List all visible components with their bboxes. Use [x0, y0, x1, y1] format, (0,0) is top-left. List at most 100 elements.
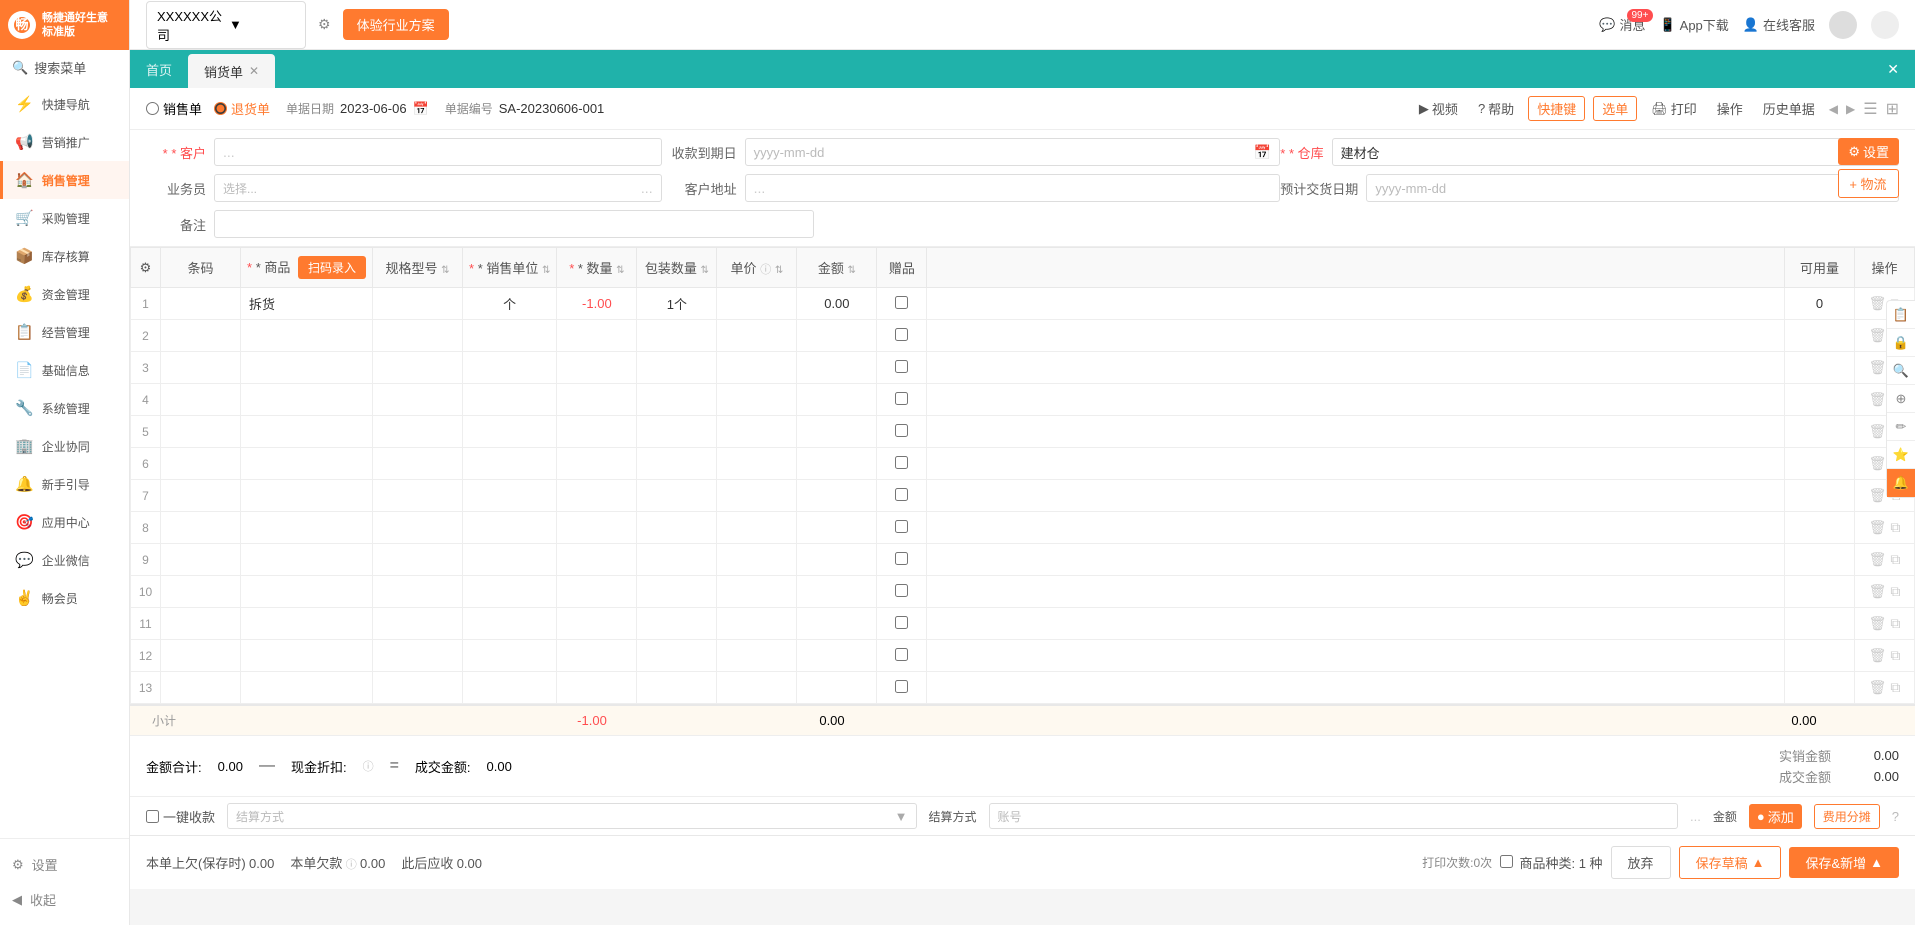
- cell-barcode[interactable]: [161, 320, 241, 352]
- sidebar-item-inventory[interactable]: 📦 库存核算: [0, 237, 129, 275]
- cell-spec[interactable]: [373, 672, 463, 704]
- cell-product[interactable]: [241, 576, 373, 608]
- cell-spec[interactable]: [373, 416, 463, 448]
- cell-barcode[interactable]: [161, 352, 241, 384]
- sidebar-item-enterprise-wechat[interactable]: 💬 企业微信: [0, 541, 129, 579]
- gift-checkbox[interactable]: [895, 680, 908, 693]
- copy-icon[interactable]: ⧉: [1890, 679, 1900, 696]
- one-key-payment-check[interactable]: 一键收款: [146, 807, 215, 826]
- cell-gift[interactable]: [877, 416, 927, 448]
- cell-gift[interactable]: [877, 384, 927, 416]
- customer-addr-input[interactable]: ...: [745, 174, 1281, 202]
- delete-icon[interactable]: 🗑: [1869, 679, 1887, 696]
- cell-amount[interactable]: [797, 512, 877, 544]
- sort-icon[interactable]: ⇅: [848, 265, 856, 276]
- cell-gift[interactable]: [877, 672, 927, 704]
- sort-icon[interactable]: ⇅: [701, 265, 709, 276]
- cell-price[interactable]: [717, 480, 797, 512]
- cell-unit[interactable]: [463, 384, 557, 416]
- tab-close-all-icon[interactable]: ✕: [1871, 61, 1915, 78]
- cell-qty[interactable]: [557, 352, 637, 384]
- cell-qty[interactable]: [557, 480, 637, 512]
- cell-gift[interactable]: [877, 608, 927, 640]
- tab-close-icon[interactable]: ✕: [249, 64, 259, 78]
- cell-gift[interactable]: [877, 352, 927, 384]
- delete-icon[interactable]: 🗑: [1869, 423, 1887, 440]
- cell-amount[interactable]: [797, 576, 877, 608]
- cell-gift[interactable]: [877, 544, 927, 576]
- scan-btn[interactable]: 扫码录入: [298, 256, 366, 279]
- cell-qty[interactable]: [557, 672, 637, 704]
- sort-icon[interactable]: ⇅: [542, 265, 550, 276]
- cell-pkg-qty[interactable]: [637, 672, 717, 704]
- discard-btn[interactable]: 放弃: [1611, 846, 1671, 879]
- copy-icon[interactable]: ⧉: [1890, 551, 1900, 568]
- add-payment-btn[interactable]: ● 添加: [1749, 804, 1802, 829]
- cell-unit[interactable]: [463, 672, 557, 704]
- cell-product[interactable]: 拆货: [241, 288, 373, 320]
- cell-gift[interactable]: [877, 320, 927, 352]
- message-btn[interactable]: 💬 消息 99+: [1599, 15, 1645, 34]
- cell-price[interactable]: [717, 608, 797, 640]
- goods-type-checkbox[interactable]: [1500, 855, 1513, 868]
- cell-unit[interactable]: [463, 576, 557, 608]
- cell-gift[interactable]: [877, 448, 927, 480]
- cell-amount[interactable]: 0.00: [797, 288, 877, 320]
- gift-checkbox[interactable]: [895, 296, 908, 309]
- cell-price[interactable]: [717, 288, 797, 320]
- copy-icon[interactable]: ⧉: [1890, 615, 1900, 632]
- delete-icon[interactable]: 🗑: [1869, 551, 1887, 568]
- delete-icon[interactable]: 🗑: [1869, 519, 1887, 536]
- gift-checkbox[interactable]: [895, 648, 908, 661]
- cell-product[interactable]: [241, 544, 373, 576]
- salesperson-input[interactable]: 选择... ...: [214, 174, 662, 202]
- gift-checkbox[interactable]: [895, 584, 908, 597]
- calendar-icon[interactable]: 📅: [413, 101, 429, 117]
- cell-unit[interactable]: [463, 480, 557, 512]
- gift-checkbox[interactable]: [895, 520, 908, 533]
- cell-price[interactable]: [717, 512, 797, 544]
- cell-amount[interactable]: [797, 544, 877, 576]
- cell-pkg-qty[interactable]: [637, 576, 717, 608]
- sidebar-item-app-center[interactable]: 🎯 应用中心: [0, 503, 129, 541]
- company-selector[interactable]: XXXXXX公司 ▼: [146, 1, 306, 49]
- logistics-btn[interactable]: + 物流: [1838, 169, 1899, 198]
- cell-pkg-qty[interactable]: [637, 352, 717, 384]
- cell-product[interactable]: [241, 512, 373, 544]
- help-btn[interactable]: ? 帮助: [1472, 97, 1520, 120]
- avatar-placeholder[interactable]: [1871, 11, 1899, 39]
- cell-spec[interactable]: [373, 544, 463, 576]
- cell-pkg-qty[interactable]: [637, 544, 717, 576]
- cell-barcode[interactable]: [161, 544, 241, 576]
- cell-qty[interactable]: [557, 320, 637, 352]
- pick-btn[interactable]: 选单: [1593, 96, 1637, 121]
- cell-gift[interactable]: [877, 640, 927, 672]
- cell-amount[interactable]: [797, 384, 877, 416]
- cell-qty[interactable]: [557, 448, 637, 480]
- cell-price[interactable]: [717, 320, 797, 352]
- cell-unit[interactable]: [463, 416, 557, 448]
- cell-spec[interactable]: [373, 608, 463, 640]
- cell-spec[interactable]: [373, 352, 463, 384]
- copy-icon[interactable]: ⧉: [1890, 583, 1900, 600]
- cell-amount[interactable]: [797, 640, 877, 672]
- cell-barcode[interactable]: [161, 480, 241, 512]
- sales-radio[interactable]: 销售单: [146, 99, 202, 118]
- cell-product[interactable]: [241, 320, 373, 352]
- account-dots-icon[interactable]: ...: [1690, 809, 1701, 824]
- avatar[interactable]: [1829, 11, 1857, 39]
- cell-barcode[interactable]: [161, 640, 241, 672]
- operate-btn[interactable]: 操作: [1711, 97, 1749, 120]
- cell-pkg-qty[interactable]: [637, 320, 717, 352]
- payment-method-input[interactable]: 结算方式 ▼: [227, 803, 917, 829]
- delete-icon[interactable]: 🗑: [1869, 391, 1887, 408]
- sidebar-item-sales[interactable]: 🏠 销售管理: [0, 161, 129, 199]
- float-btn-5[interactable]: ✏: [1887, 413, 1915, 441]
- cell-qty[interactable]: [557, 544, 637, 576]
- shortcut-btn[interactable]: 快捷键: [1528, 96, 1585, 121]
- tab-home[interactable]: 首页: [130, 50, 188, 88]
- cell-qty[interactable]: -1.00: [557, 288, 637, 320]
- cell-amount[interactable]: [797, 480, 877, 512]
- cell-pkg-qty[interactable]: [637, 608, 717, 640]
- sidebar-item-business[interactable]: 📋 经营管理: [0, 313, 129, 351]
